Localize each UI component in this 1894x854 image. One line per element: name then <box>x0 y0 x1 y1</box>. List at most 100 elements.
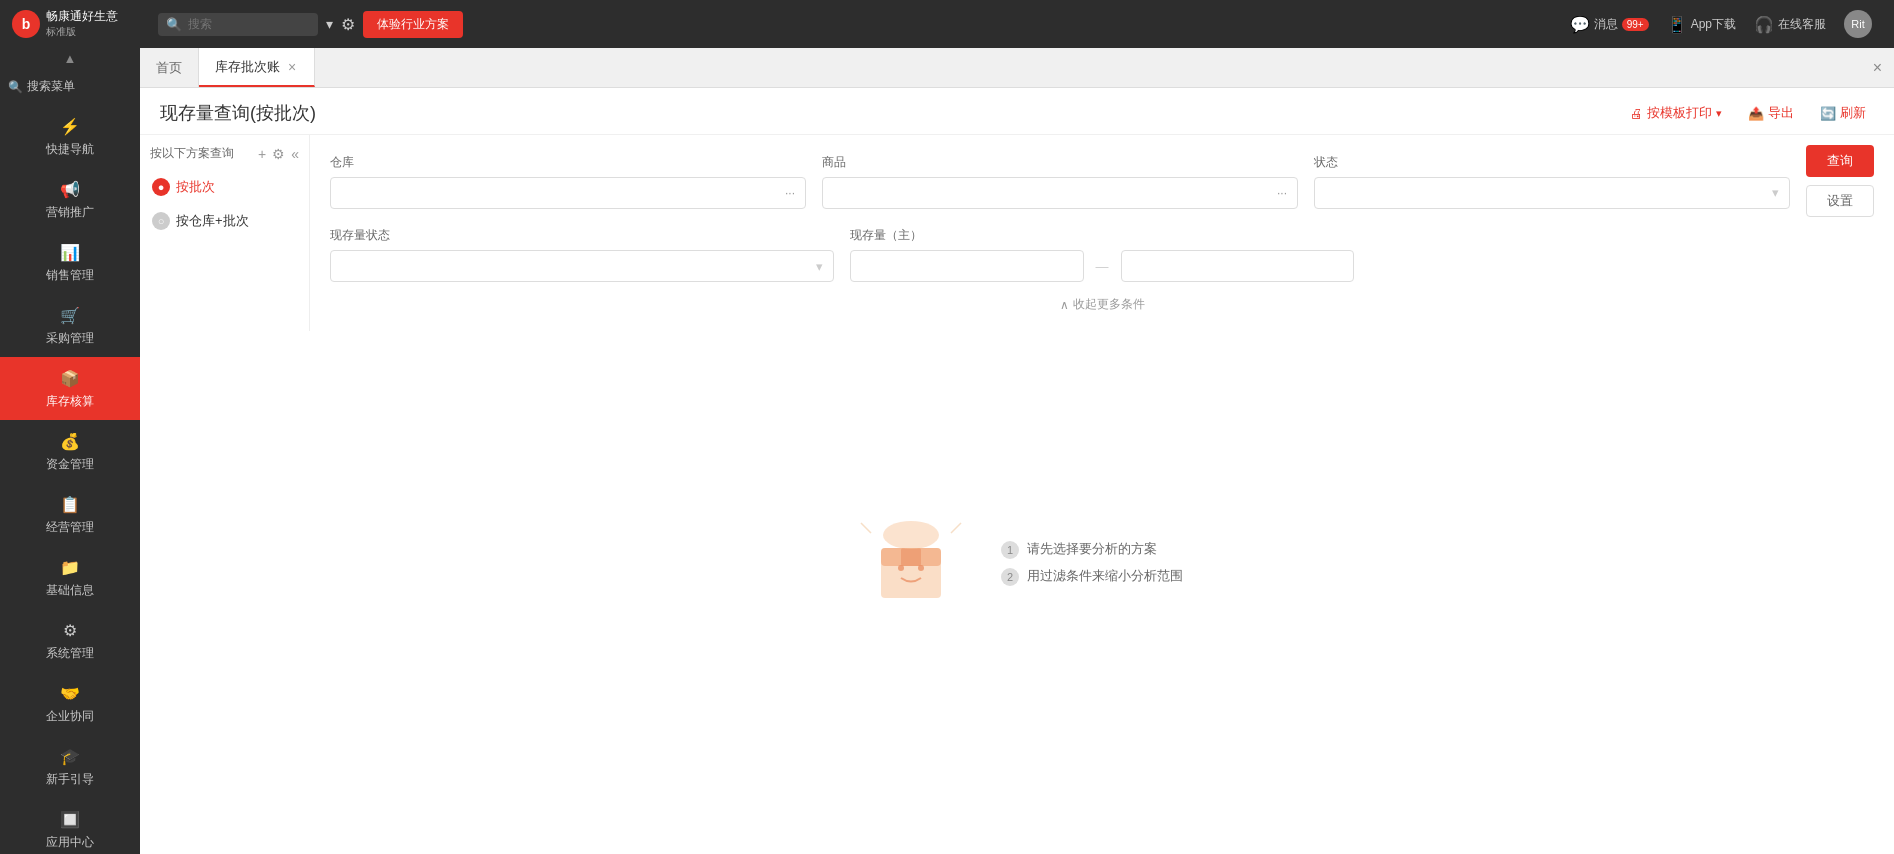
quantity-main-filter-group: 现存量（主） — <box>850 227 1354 282</box>
app-download-item[interactable]: 📱 App下载 <box>1667 15 1736 34</box>
top-bar-right: 💬 消息 99+ 📱 App下载 🎧 在线客服 Rit <box>1570 10 1872 38</box>
collapse-label: 收起更多条件 <box>1073 296 1145 313</box>
tab-batch-inventory[interactable]: 库存批次账 × <box>199 48 315 87</box>
query-btn[interactable]: 查询 <box>1806 145 1874 177</box>
messages-item[interactable]: 💬 消息 99+ <box>1570 15 1649 34</box>
scheme-collapse-icon[interactable]: « <box>291 146 299 162</box>
svg-line-7 <box>951 523 961 533</box>
status-select[interactable]: ▾ <box>1314 177 1790 209</box>
svg-rect-2 <box>901 548 921 566</box>
scheme-item-by-batch[interactable]: ● 按批次 <box>140 170 309 204</box>
search-menu-icon: 🔍 <box>8 80 23 94</box>
empty-tip-1: 1 请先选择要分析的方案 <box>1001 540 1157 559</box>
sidebar-item-finance[interactable]: 💰 资金管理 <box>0 420 140 483</box>
svg-point-4 <box>898 565 904 571</box>
sidebar-item-marketing[interactable]: 📢 营销推广 <box>0 168 140 231</box>
sidebar-item-label: 销售管理 <box>46 267 94 284</box>
sidebar: ▲ 🔍 搜索菜单 ⚡ 快捷导航 📢 营销推广 📊 销售管理 🛒 采购管理 📦 库… <box>0 48 140 854</box>
top-bar-center: 🔍 ▾ ⚙ 体验行业方案 <box>142 11 1570 38</box>
sidebar-item-inventory[interactable]: 📦 库存核算 <box>0 357 140 420</box>
scheme-item-by-warehouse-batch[interactable]: ○ 按仓库+批次 <box>140 204 309 238</box>
inventory-status-select[interactable]: ▾ <box>330 250 834 282</box>
basics-icon: 📁 <box>59 556 81 578</box>
sidebar-item-sales[interactable]: 📊 销售管理 <box>0 231 140 294</box>
scheme-add-icon[interactable]: + <box>258 146 266 162</box>
trial-btn[interactable]: 体验行业方案 <box>363 11 463 38</box>
sidebar-item-system[interactable]: ⚙ 系统管理 <box>0 609 140 672</box>
messages-label: 消息 <box>1594 16 1618 33</box>
print-btn[interactable]: 🖨 按模板打印 ▾ <box>1622 100 1730 126</box>
top-search-box[interactable]: 🔍 <box>158 13 318 36</box>
enterprise-icon: 🤝 <box>59 682 81 704</box>
settings-btn[interactable]: 设置 <box>1806 185 1874 217</box>
sidebar-item-appstore[interactable]: 🔲 应用中心 <box>0 798 140 854</box>
quantity-main-to[interactable] <box>1121 250 1355 282</box>
product-input[interactable]: ··· <box>822 177 1298 209</box>
scheme-settings-icon[interactable]: ⚙ <box>272 146 285 162</box>
refresh-icon: 🔄 <box>1820 106 1836 121</box>
top-settings-icon[interactable]: ⚙ <box>341 15 355 34</box>
sidebar-search[interactable]: 🔍 搜索菜单 <box>0 68 140 105</box>
tip-2-num: 2 <box>1001 568 1019 586</box>
sidebar-item-label: 经营管理 <box>46 519 94 536</box>
app-version: 标准版 <box>46 25 118 39</box>
sidebar-item-label: 应用中心 <box>46 834 94 851</box>
refresh-label: 刷新 <box>1840 104 1866 122</box>
marketing-icon: 📢 <box>59 178 81 200</box>
filter-area: 按以下方案查询 + ⚙ « ● 按批次 ○ 按仓库+批次 <box>140 135 1894 331</box>
appstore-icon: 🔲 <box>59 808 81 830</box>
sidebar-item-basics[interactable]: 📁 基础信息 <box>0 546 140 609</box>
online-service-item[interactable]: 🎧 在线客服 <box>1754 15 1826 34</box>
scheme-panel: 按以下方案查询 + ⚙ « ● 按批次 ○ 按仓库+批次 <box>140 135 310 331</box>
tab-bar: 首页 库存批次账 × × <box>140 48 1894 88</box>
svg-point-3 <box>883 521 939 549</box>
sidebar-item-label: 快捷导航 <box>46 141 94 158</box>
user-item[interactable]: Rit <box>1844 10 1872 38</box>
top-bar: b 畅康通好生意 标准版 🔍 ▾ ⚙ 体验行业方案 💬 消息 99+ 📱 App… <box>0 0 1894 48</box>
export-label: 导出 <box>1768 104 1794 122</box>
svg-point-5 <box>918 565 924 571</box>
status-chevron-icon: ▾ <box>1772 185 1779 200</box>
print-chevron-icon[interactable]: ▾ <box>1716 107 1722 120</box>
tab-bar-close-btn[interactable]: × <box>1861 48 1894 87</box>
refresh-btn[interactable]: 🔄 刷新 <box>1812 100 1874 126</box>
sidebar-item-shortcuts[interactable]: ⚡ 快捷导航 <box>0 105 140 168</box>
filter-panel: 仓库 ··· 商品 ··· <box>310 135 1894 331</box>
sidebar-item-label: 新手引导 <box>46 771 94 788</box>
content-area: 首页 库存批次账 × × 现存量查询(按批次) 🖨 按模板打印 ▾ <box>140 48 1894 854</box>
company-name: 畅康通好生意 <box>46 9 118 25</box>
shortcuts-icon: ⚡ <box>59 115 81 137</box>
product-filter-group: 商品 ··· <box>822 154 1298 209</box>
sidebar-item-label: 库存核算 <box>46 393 94 410</box>
empty-tip-2: 2 用过滤条件来缩小分析范围 <box>1001 567 1183 586</box>
export-btn[interactable]: 📤 导出 <box>1740 100 1802 126</box>
message-icon: 💬 <box>1570 15 1590 34</box>
inventory-status-filter-group: 现存量状态 ▾ <box>330 227 834 282</box>
quantity-main-from[interactable] <box>850 250 1084 282</box>
tip-1-text: 请先选择要分析的方案 <box>1027 540 1157 558</box>
app-download-label: App下载 <box>1691 16 1736 33</box>
warehouse-more-icon[interactable]: ··· <box>785 186 795 200</box>
top-chevron-icon[interactable]: ▾ <box>326 16 333 32</box>
tab-home[interactable]: 首页 <box>140 48 199 87</box>
logo-icon: b <box>12 10 40 38</box>
tip-2-text: 用过滤条件来缩小分析范围 <box>1027 567 1183 585</box>
sidebar-item-enterprise[interactable]: 🤝 企业协同 <box>0 672 140 735</box>
sidebar-scroll-up[interactable]: ▲ <box>0 48 140 68</box>
finance-icon: 💰 <box>59 430 81 452</box>
product-label: 商品 <box>822 154 1298 171</box>
sidebar-item-label: 企业协同 <box>46 708 94 725</box>
warehouse-input[interactable]: ··· <box>330 177 806 209</box>
collapse-more-btn[interactable]: ∧ 收起更多条件 <box>330 292 1874 321</box>
scheme-item-label: 按批次 <box>176 178 215 196</box>
page-header: 现存量查询(按批次) 🖨 按模板打印 ▾ 📤 导出 🔄 刷新 <box>140 88 1894 135</box>
purchase-icon: 🛒 <box>59 304 81 326</box>
empty-illustration <box>851 493 971 613</box>
product-more-icon[interactable]: ··· <box>1277 186 1287 200</box>
top-search-input[interactable] <box>188 17 308 31</box>
tab-close-icon[interactable]: × <box>286 60 298 74</box>
sidebar-item-operations[interactable]: 📋 经营管理 <box>0 483 140 546</box>
sidebar-item-purchase[interactable]: 🛒 采购管理 <box>0 294 140 357</box>
sidebar-item-label: 营销推广 <box>46 204 94 221</box>
sidebar-item-newbie[interactable]: 🎓 新手引导 <box>0 735 140 798</box>
